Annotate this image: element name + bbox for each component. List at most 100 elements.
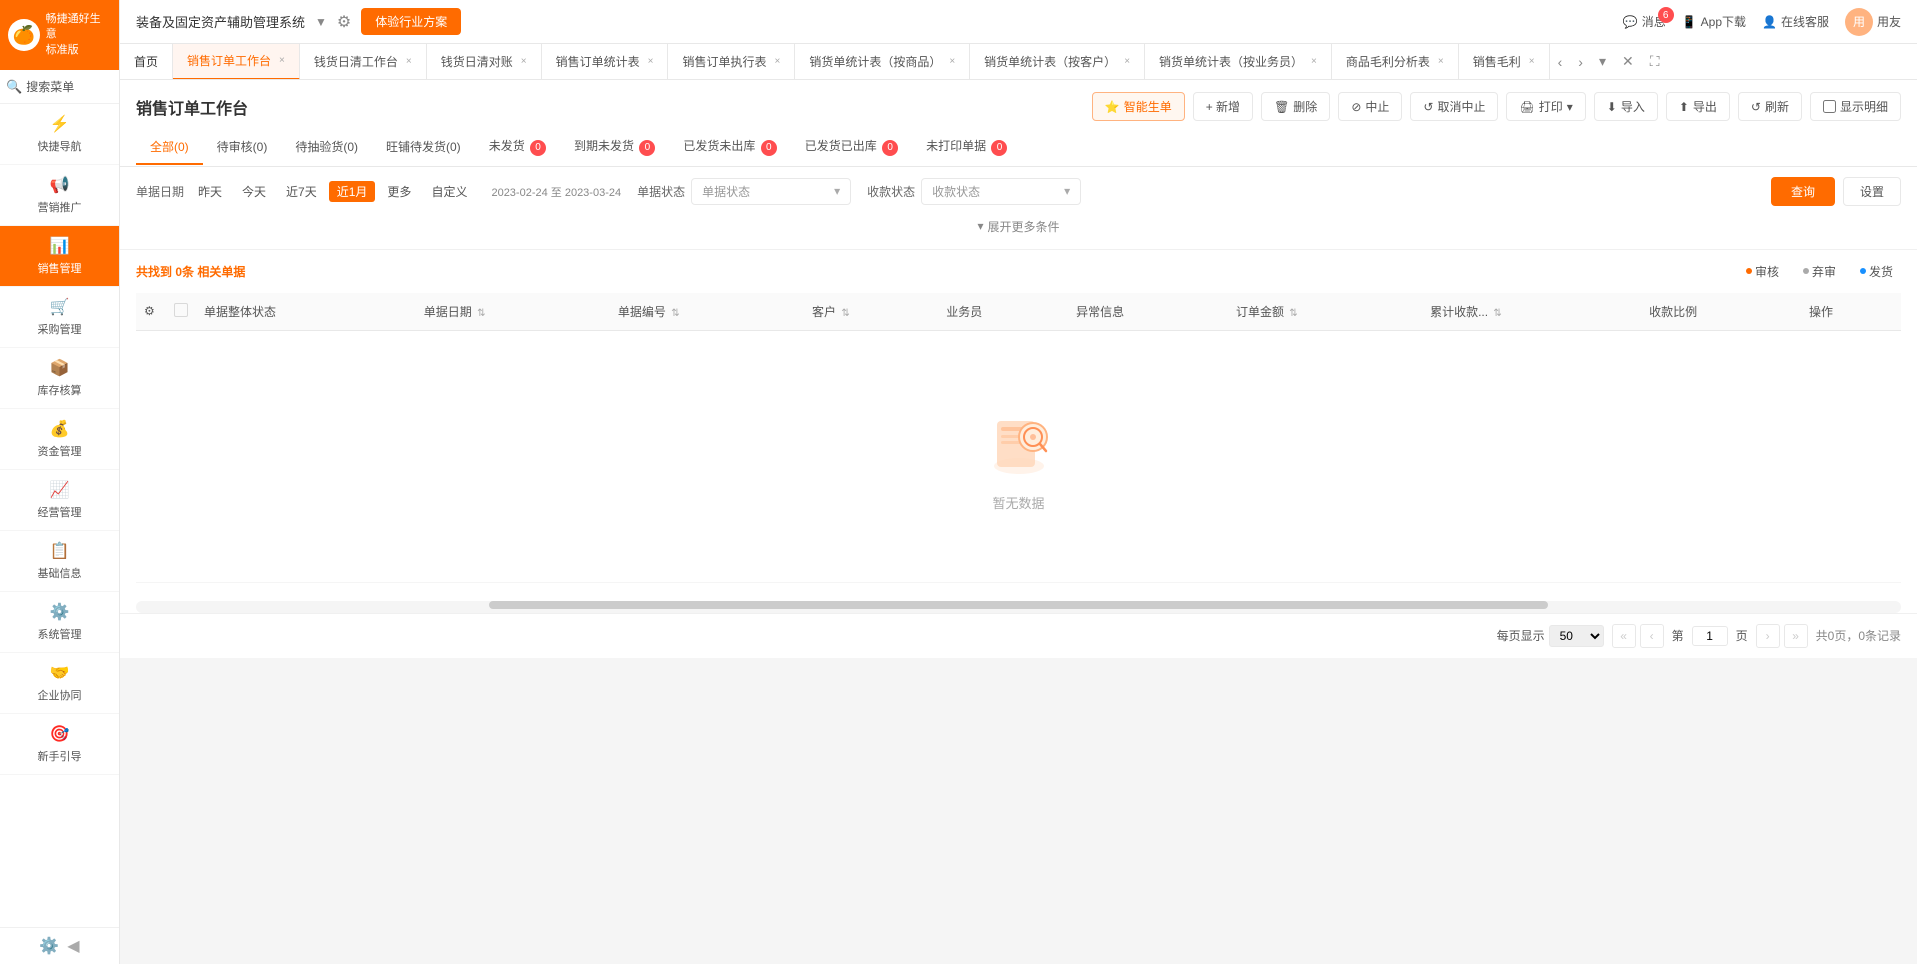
- tab-more-btn[interactable]: ▾: [1591, 44, 1614, 80]
- tab-sales-exec[interactable]: 销售订单执行表 ×: [668, 44, 795, 80]
- tab-sales-more-close[interactable]: ×: [1529, 56, 1535, 67]
- sub-tab-all[interactable]: 全部(0): [136, 130, 203, 165]
- date-btn-1month[interactable]: 近1月: [329, 181, 376, 202]
- stop-button[interactable]: ⊘ 中止: [1338, 92, 1402, 121]
- sub-tab-pending-review[interactable]: 待审核(0): [203, 130, 282, 165]
- tab-sales-staff-close[interactable]: ×: [1311, 56, 1317, 67]
- sidebar-logo[interactable]: 🍊 畅捷通好生意 标准版: [0, 0, 119, 70]
- sidebar-item-marketing[interactable]: 📢 营销推广: [0, 165, 119, 226]
- th-settings[interactable]: ⚙: [136, 293, 166, 331]
- cancel-review-action-btn[interactable]: 弃审: [1795, 260, 1844, 283]
- sidebar-search[interactable]: 🔍 搜索菜单: [0, 70, 119, 104]
- page-size-selector: 每页显示 10 20 50 100: [1497, 625, 1604, 647]
- tab-cash-reconcile[interactable]: 钱货日清对账 ×: [427, 44, 542, 80]
- date-btn-custom[interactable]: 自定义: [423, 181, 475, 202]
- collapse-icon[interactable]: ◀: [67, 936, 79, 956]
- tab-home[interactable]: 首页: [120, 44, 173, 80]
- refresh-button[interactable]: ↺ 刷新: [1738, 92, 1802, 121]
- tab-fullscreen-btn[interactable]: ⛶: [1642, 44, 1668, 80]
- tab-sales-staff[interactable]: 销货单统计表（按业务员） ×: [1145, 44, 1332, 80]
- page-number-input[interactable]: [1692, 626, 1728, 646]
- sidebar-item-quick-nav[interactable]: ⚡ 快捷导航: [0, 104, 119, 165]
- tab-sales-product[interactable]: 销货单统计表（按商品） ×: [795, 44, 970, 80]
- sidebar-item-inventory[interactable]: 📦 库存核算: [0, 348, 119, 409]
- th-amount[interactable]: 订单金额 ⇅: [1228, 293, 1422, 331]
- tab-prev-btn[interactable]: ‹: [1550, 44, 1571, 80]
- tab-product-margin[interactable]: 商品毛利分析表 ×: [1332, 44, 1459, 80]
- th-staff[interactable]: 业务员: [938, 293, 1068, 331]
- th-number[interactable]: 单据编号 ⇅: [610, 293, 804, 331]
- tab-product-margin-close[interactable]: ×: [1438, 56, 1444, 67]
- date-btn-yesterday[interactable]: 昨天: [190, 181, 230, 202]
- sub-tab-not-printed[interactable]: 未打印单据 0: [912, 129, 1021, 166]
- tab-cash-daily[interactable]: 钱货日清工作台 ×: [300, 44, 427, 80]
- page-first-btn[interactable]: «: [1612, 624, 1636, 648]
- ship-action-btn[interactable]: 发货: [1852, 260, 1901, 283]
- expand-conditions-btn[interactable]: ▾ 展开更多条件: [969, 214, 1067, 239]
- scroll-thumb[interactable]: [489, 601, 1548, 609]
- tab-sales-customer-close[interactable]: ×: [1124, 56, 1130, 67]
- th-check[interactable]: [166, 293, 196, 331]
- page-size-select[interactable]: 10 20 50 100: [1549, 625, 1604, 647]
- sub-tab-expired-not-shipped[interactable]: 到期未发货 0: [560, 129, 669, 166]
- sidebar-item-system[interactable]: ⚙️ 系统管理: [0, 592, 119, 653]
- date-btn-more[interactable]: 更多: [379, 181, 419, 202]
- page-next-btn[interactable]: ›: [1756, 624, 1780, 648]
- settings-button[interactable]: 设置: [1843, 177, 1901, 206]
- sub-tab-wangpu[interactable]: 旺铺待发货(0): [372, 130, 475, 165]
- sidebar-item-purchase[interactable]: 🛒 采购管理: [0, 287, 119, 348]
- tab-sales-stats[interactable]: 销售订单统计表 ×: [542, 44, 669, 80]
- experience-button[interactable]: 体验行业方案: [361, 8, 461, 35]
- th-customer[interactable]: 客户 ⇅: [804, 293, 938, 331]
- message-action[interactable]: 💬 消息 6: [1623, 13, 1666, 30]
- smart-create-button[interactable]: ⭐ 智能生单: [1092, 92, 1185, 121]
- delete-button[interactable]: 🗑 删除: [1261, 92, 1330, 121]
- tab-sales-exec-close[interactable]: ×: [774, 56, 780, 67]
- user-action[interactable]: 用 用友: [1845, 8, 1901, 36]
- sub-tab-pending-inspect[interactable]: 待抽验货(0): [281, 130, 372, 165]
- review-action-btn[interactable]: 审核: [1738, 260, 1787, 283]
- tab-next-btn[interactable]: ›: [1570, 44, 1591, 80]
- dropdown-arrow[interactable]: ▼: [315, 15, 327, 29]
- add-button[interactable]: + 新增: [1193, 92, 1253, 121]
- export-button[interactable]: ⬆ 导出: [1666, 92, 1730, 121]
- tab-cash-daily-close[interactable]: ×: [406, 56, 412, 67]
- show-detail-toggle[interactable]: 显示明细: [1810, 92, 1901, 121]
- select-all-checkbox[interactable]: [174, 303, 188, 317]
- tab-close-all-btn[interactable]: ✕: [1614, 44, 1642, 80]
- cancel-stop-button[interactable]: ↺ 取消中止: [1410, 92, 1498, 121]
- header-settings-icon[interactable]: ⚙: [337, 12, 351, 32]
- tab-sales-order-close[interactable]: ×: [279, 55, 285, 66]
- th-received[interactable]: 累计收款... ⇅: [1422, 293, 1641, 331]
- th-date[interactable]: 单据日期 ⇅: [416, 293, 610, 331]
- query-button[interactable]: 查询: [1771, 177, 1835, 206]
- page-last-btn[interactable]: »: [1784, 624, 1808, 648]
- sub-tab-shipped-out[interactable]: 已发货已出库 0: [791, 129, 912, 166]
- sidebar-item-finance[interactable]: 💰 资金管理: [0, 409, 119, 470]
- tab-sales-customer[interactable]: 销货单统计表（按客户） ×: [970, 44, 1145, 80]
- app-download-action[interactable]: 📱 App下载: [1682, 13, 1746, 30]
- sub-tab-shipped-not-out[interactable]: 已发货未出库 0: [669, 129, 790, 166]
- date-btn-today[interactable]: 今天: [234, 181, 274, 202]
- status-select[interactable]: 单据状态 ▾: [691, 178, 851, 205]
- sub-tab-not-shipped[interactable]: 未发货 0: [475, 129, 560, 166]
- sidebar-item-guide[interactable]: 🎯 新手引导: [0, 714, 119, 775]
- tab-sales-stats-close[interactable]: ×: [648, 56, 654, 67]
- sidebar-item-operation[interactable]: 📈 经营管理: [0, 470, 119, 531]
- date-btn-7days[interactable]: 近7天: [278, 181, 325, 202]
- tab-sales-order[interactable]: 销售订单工作台 ×: [173, 44, 300, 80]
- show-detail-checkbox[interactable]: [1823, 100, 1836, 113]
- sidebar-item-sales[interactable]: 📊 销售管理: [0, 226, 119, 287]
- sidebar-item-enterprise[interactable]: 🤝 企业协同: [0, 653, 119, 714]
- payment-select[interactable]: 收款状态 ▾: [921, 178, 1081, 205]
- tab-sales-product-close[interactable]: ×: [949, 56, 955, 67]
- sidebar-item-baseinfo[interactable]: 📋 基础信息: [0, 531, 119, 592]
- tab-cash-reconcile-close[interactable]: ×: [521, 56, 527, 67]
- online-support-action[interactable]: 👤 在线客服: [1762, 13, 1829, 30]
- tab-sales-more[interactable]: 销售毛利 ×: [1459, 44, 1550, 80]
- print-button[interactable]: 🖨 打印 ▾: [1506, 92, 1585, 121]
- settings-bottom-icon[interactable]: ⚙️: [39, 936, 59, 956]
- page-prev-btn[interactable]: ‹: [1640, 624, 1664, 648]
- import-button[interactable]: ⬇ 导入: [1594, 92, 1658, 121]
- horizontal-scrollbar[interactable]: [136, 601, 1901, 613]
